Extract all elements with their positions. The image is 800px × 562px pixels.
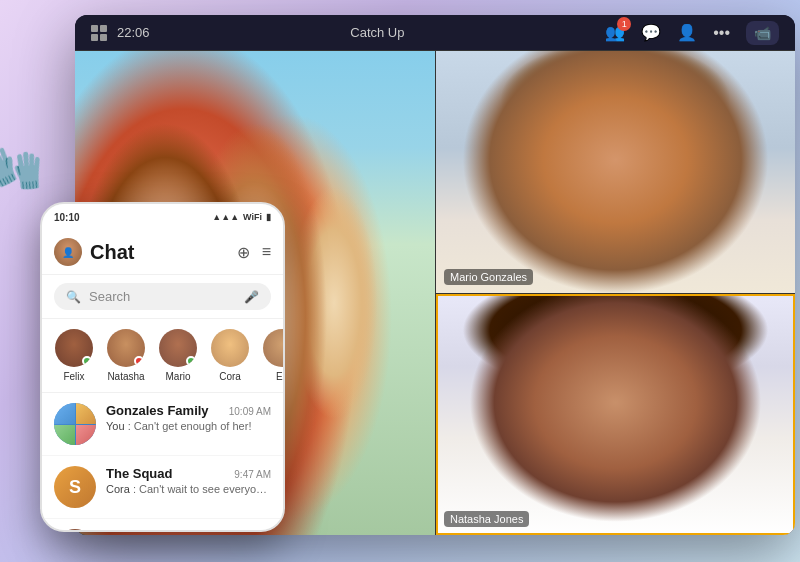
phone-header-icons: ⊕ ≡ <box>237 243 271 262</box>
chat-top-gonzales: Gonzales Family 10:09 AM <box>106 403 271 418</box>
woman-photo <box>436 294 795 535</box>
chat-msg-gonzales: Can't get enough of her! <box>134 420 252 432</box>
phone-title-row: 👤 Chat <box>54 238 134 266</box>
chat-content-mario: Mario Gonzales Yesterday Will pick up pi… <box>106 529 271 532</box>
titlebar-time: 22:06 <box>117 25 150 40</box>
contacts-row: Felix Natasha Mario Cora Eri <box>42 319 283 393</box>
notification-badge: 1 <box>617 17 631 31</box>
mario-status <box>186 356 196 366</box>
contact-er[interactable]: Eri <box>262 329 283 382</box>
chat-time-gonzales: 10:09 AM <box>229 406 271 417</box>
chat-preview-gonzales: You : Can't get enough of her! <box>106 420 271 432</box>
grid-icon[interactable] <box>91 25 107 41</box>
man-photo <box>436 51 795 293</box>
chat-item-gonzales[interactable]: Gonzales Family 10:09 AM You : Can't get… <box>42 393 283 456</box>
contact-avatar-natasha <box>107 329 145 367</box>
participant-name-natasha: Natasha Jones <box>444 511 529 527</box>
contact-name-natasha: Natasha <box>107 371 144 382</box>
compose-icon[interactable]: ⊕ <box>237 243 250 262</box>
titlebar-right: 👥 1 💬 👤 ••• 📹 <box>605 21 779 45</box>
participant-name-mario: Mario Gonzales <box>444 269 533 285</box>
search-box[interactable]: 🔍 Search 🎤 <box>54 283 271 310</box>
phone-search: 🔍 Search 🎤 <box>42 275 283 319</box>
battery-icon: ▮ <box>266 212 271 222</box>
video-top-right: Mario Gonzales <box>435 51 795 293</box>
chat-item-squad[interactable]: S The Squad 9:47 AM Cora : Can't wait to… <box>42 456 283 519</box>
chat-sender-gonzales: You <box>106 420 125 432</box>
chat-time-squad: 9:47 AM <box>234 469 271 480</box>
chat-sender-squad: Cora <box>106 483 130 495</box>
video-bottom-right: Natasha Jones <box>435 293 795 535</box>
chat-name-gonzales: Gonzales Family <box>106 403 209 418</box>
chat-top-squad: The Squad 9:47 AM <box>106 466 271 481</box>
chat-avatar-mario <box>54 529 96 532</box>
chat-top-mario: Mario Gonzales Yesterday <box>106 529 271 532</box>
phone-time: 10:10 <box>54 212 80 223</box>
chat-list: Gonzales Family 10:09 AM You : Can't get… <box>42 393 283 532</box>
chat-msg-squad: Can't wait to see everyone! <box>139 483 271 495</box>
search-icon: 🔍 <box>66 290 81 304</box>
titlebar: 22:06 Catch Up 👥 1 💬 👤 ••• 📹 <box>75 15 795 51</box>
video-icon[interactable]: 📹 <box>746 21 779 45</box>
mic-icon[interactable]: 🎤 <box>244 290 259 304</box>
contact-avatar-mario <box>159 329 197 367</box>
contact-mario[interactable]: Mario <box>158 329 198 382</box>
phone-header: 👤 Chat ⊕ ≡ <box>42 230 283 275</box>
mobile-phone: 10:10 ▲▲▲ WiFi ▮ 👤 Chat ⊕ ≡ 🔍 Search 🎤 <box>40 202 285 532</box>
chat-content-squad: The Squad 9:47 AM Cora : Can't wait to s… <box>106 466 271 495</box>
contact-cora[interactable]: Cora <box>210 329 250 382</box>
contact-avatar-er <box>263 329 283 367</box>
chat-avatar-squad: S <box>54 466 96 508</box>
felix-status <box>82 356 92 366</box>
user-avatar[interactable]: 👤 <box>54 238 82 266</box>
search-placeholder: Search <box>89 289 236 304</box>
titlebar-left: 22:06 <box>91 25 150 41</box>
natasha-status <box>134 356 144 366</box>
emoji-clap: 🧤 <box>0 134 51 204</box>
chat-icon[interactable]: 💬 <box>641 23 661 42</box>
app-title: Chat <box>90 241 134 264</box>
contact-avatar-felix <box>55 329 93 367</box>
chat-content-gonzales: Gonzales Family 10:09 AM You : Can't get… <box>106 403 271 432</box>
chat-preview-squad: Cora : Can't wait to see everyone! <box>106 483 271 495</box>
phone-statusbar: 10:10 ▲▲▲ WiFi ▮ <box>42 204 283 230</box>
profile-icon[interactable]: 👤 <box>677 23 697 42</box>
chat-name-mario: Mario Gonzales <box>106 529 202 532</box>
more-options-icon[interactable]: ••• <box>713 24 730 42</box>
wifi-icon: WiFi <box>243 212 262 222</box>
contact-name-felix: Felix <box>63 371 84 382</box>
contact-name-er: Eri <box>276 371 283 382</box>
chat-name-squad: The Squad <box>106 466 172 481</box>
chat-avatar-gonzales <box>54 403 96 445</box>
contact-felix[interactable]: Felix <box>54 329 94 382</box>
window-title: Catch Up <box>350 25 404 40</box>
status-right: ▲▲▲ WiFi ▮ <box>212 212 271 222</box>
contact-name-cora: Cora <box>219 371 241 382</box>
signal-icon: ▲▲▲ <box>212 212 239 222</box>
contact-avatar-cora <box>211 329 249 367</box>
contact-natasha[interactable]: Natasha <box>106 329 146 382</box>
people-icon[interactable]: 👥 1 <box>605 23 625 42</box>
chat-item-mario-dm[interactable]: Mario Gonzales Yesterday Will pick up pi… <box>42 519 283 532</box>
contact-name-mario: Mario <box>165 371 190 382</box>
filter-icon[interactable]: ≡ <box>262 243 271 262</box>
